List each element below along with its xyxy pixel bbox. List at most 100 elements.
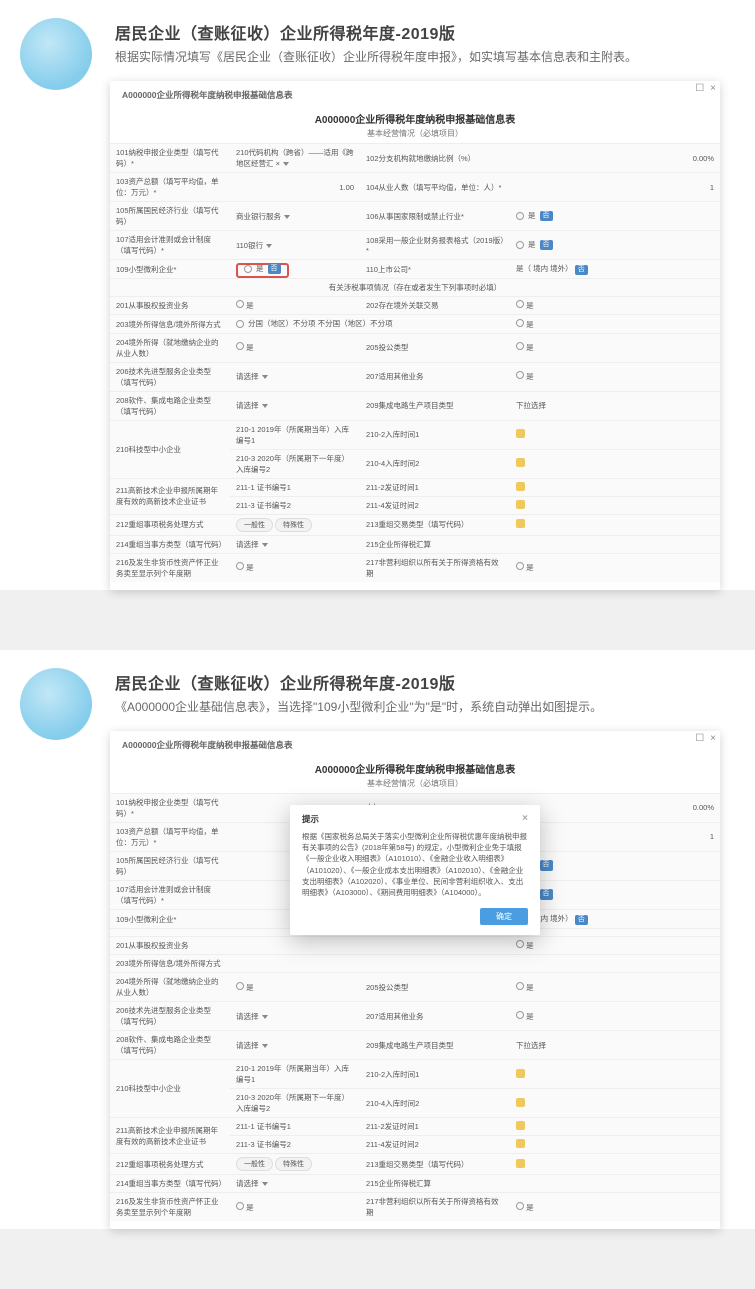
label-108: 108采用一般企业财务报表格式（2019版）* <box>360 231 510 260</box>
value-204[interactable]: 是 <box>230 333 360 362</box>
radio-109-no[interactable]: 否 <box>268 264 281 274</box>
section-1-label: 基本经营情况（必填项目） <box>110 128 720 143</box>
value-206[interactable]: 请选择 <box>230 362 360 391</box>
slide-1-subtitle: 根据实际情况填写《居民企业（查账征收）企业所得税年度申报》，如实填写基本信息表和… <box>115 48 755 65</box>
label-208: 208软件、集成电路企业类型（填写代码） <box>110 391 230 420</box>
value-209[interactable]: 下拉选择 <box>510 391 720 420</box>
slide-2: 居民企业（查账征收）企业所得税年度-2019版 《A000000企业基础信息表》… <box>0 650 755 1229</box>
label-214: 214重组当事方类型（填写代码） <box>110 535 230 553</box>
value-106[interactable]: 是 否 <box>510 202 720 231</box>
breadcrumb: A000000企业所得税年度纳税申报基础信息表 <box>110 81 720 107</box>
value-213[interactable] <box>510 514 720 535</box>
chevron-down-icon <box>266 244 272 248</box>
value-103[interactable]: 1.00 <box>230 173 360 202</box>
value-215[interactable] <box>510 535 720 553</box>
radio-106-yes[interactable] <box>516 212 524 220</box>
highlight-109: 是 否 <box>236 263 289 278</box>
chevron-down-icon <box>283 162 289 166</box>
row-210-2a[interactable]: 210-3 2020年（所属期下一年度）入库编号2 <box>230 449 360 478</box>
slide-1-title: 居民企业（查账征收）企业所得税年度-2019版 <box>115 20 755 44</box>
label-106: 106从事国家限制或禁止行业* <box>360 202 510 231</box>
radio-110-no[interactable]: 否 <box>575 265 588 275</box>
value-205[interactable]: 是 <box>510 333 720 362</box>
label-204: 204境外所得（就地缴纳企业的从业人数） <box>110 333 230 362</box>
label-202: 202存在境外关联交易 <box>360 297 510 315</box>
slide-2-subtitle: 《A000000企业基础信息表》，当选择"109小型微利企业"为"是"时，系统自… <box>115 698 755 715</box>
row-211-2b: 211-4发证时间2 <box>360 496 510 514</box>
label-213: 213重组交易类型（填写代码） <box>360 514 510 535</box>
value-110[interactable]: 是（ 境内 境外） 否 <box>510 260 720 279</box>
radio-202[interactable] <box>516 300 524 308</box>
value-207[interactable]: 是 <box>510 362 720 391</box>
radio-201[interactable] <box>236 300 244 308</box>
label-215: 215企业所得税汇算 <box>360 535 510 553</box>
value-217[interactable]: 是 <box>510 553 720 582</box>
modal-confirm-button[interactable]: 确定 <box>480 908 528 925</box>
label-212: 212重组事项税务处理方式 <box>110 514 230 535</box>
calendar-icon[interactable] <box>516 500 525 509</box>
value-107[interactable]: 110银行 <box>230 231 360 260</box>
note-211-2[interactable] <box>510 496 720 514</box>
slide-2-title: 居民企业（查账征收）企业所得税年度-2019版 <box>115 670 755 694</box>
value-203[interactable]: 分国（地区）不分项 不分国（地区）不分项 <box>230 315 510 334</box>
value-101[interactable]: 210代码机构（跨省）——适用《跨地区经营汇 × <box>230 144 360 173</box>
label-203: 203境外所得信息/境外所得方式 <box>110 315 230 334</box>
value-214[interactable]: 请选择 <box>230 535 360 553</box>
label-216: 216及发生非货币性资产怀正业务卖至显示列个年度期 <box>110 553 230 582</box>
label-207: 207适用其他业务 <box>360 362 510 391</box>
value-109[interactable]: 是 否 <box>230 260 360 279</box>
modal-title: 提示 <box>302 813 319 825</box>
note-210-2[interactable] <box>510 449 720 478</box>
breadcrumb: A000000企业所得税年度纳税申报基础信息表 <box>110 731 720 757</box>
note-icon[interactable] <box>516 519 525 528</box>
label-201: 201从事股权投资业务 <box>110 297 230 315</box>
value-212[interactable]: 一般性 特殊性 <box>230 514 360 535</box>
close-icon[interactable]: × <box>710 83 716 94</box>
slide-1-header: 居民企业（查账征收）企业所得税年度-2019版 根据实际情况填写《居民企业（查账… <box>0 10 755 81</box>
radio-108-no[interactable]: 否 <box>540 240 553 250</box>
label-105: 105所属国民经济行业（填写代码） <box>110 202 230 231</box>
row-211-1b: 211-2发证时间1 <box>360 478 510 496</box>
expand-icon[interactable]: ☐ <box>695 83 704 94</box>
chevron-down-icon <box>284 215 290 219</box>
value-208[interactable]: 请选择 <box>230 391 360 420</box>
slide-2-header: 居民企业（查账征收）企业所得税年度-2019版 《A000000企业基础信息表》… <box>0 660 755 731</box>
value-104[interactable]: 1 <box>510 173 720 202</box>
row-210-1b: 210-2入库时间1 <box>360 420 510 449</box>
value-201[interactable]: 是 <box>230 297 360 315</box>
radio-108-yes[interactable] <box>516 241 524 249</box>
value-102[interactable]: 0.00% <box>510 144 720 173</box>
chip-212-general[interactable]: 一般性 <box>236 518 273 532</box>
row-210-1a[interactable]: 210-1 2019年（所属期当年）入库编号1 <box>230 420 360 449</box>
value-203b[interactable]: 是 <box>510 315 720 334</box>
radio-109-yes[interactable] <box>244 265 252 273</box>
note-210-1[interactable] <box>510 420 720 449</box>
label-205: 205投公类型 <box>360 333 510 362</box>
value-216[interactable]: 是 <box>230 553 360 582</box>
modal-overlay: 提示 × 根据《国家税务总局关于落实小型微利企业所得税优惠年度纳税申报有关事项的… <box>110 761 720 1229</box>
window-controls: ☐ × <box>695 83 716 94</box>
modal-dialog: 提示 × 根据《国家税务总局关于落实小型微利企业所得税优惠年度纳税申报有关事项的… <box>290 805 540 936</box>
value-108[interactable]: 是 否 <box>510 231 720 260</box>
row-210-2b: 210-4入库时间2 <box>360 449 510 478</box>
note-211-1[interactable] <box>510 478 720 496</box>
expand-icon[interactable]: ☐ <box>695 733 704 744</box>
radio-106-no[interactable]: 否 <box>540 211 553 221</box>
row-211-1a[interactable]: 211-1 证书编号1 <box>230 478 360 496</box>
value-105[interactable]: 商业银行服务 <box>230 202 360 231</box>
close-icon[interactable]: × <box>710 733 716 744</box>
label-209: 209集成电路生产项目类型 <box>360 391 510 420</box>
value-202[interactable]: 是 <box>510 297 720 315</box>
row-211-2a[interactable]: 211-3 证书编号2 <box>230 496 360 514</box>
calendar-icon[interactable] <box>516 458 525 467</box>
label-103: 103资产总额（填写平均值，单位：万元）* <box>110 173 230 202</box>
slide-1: 居民企业（查账征收）企业所得税年度-2019版 根据实际情况填写《居民企业（查账… <box>0 0 755 590</box>
subsection-note: 有关涉税事项情况（存在或者发生下列事项时必填） <box>110 279 720 297</box>
label-109: 109小型微利企业* <box>110 260 230 279</box>
label-104: 104从业人数（填写平均值，单位：人）* <box>360 173 510 202</box>
calendar-icon[interactable] <box>516 482 525 491</box>
label-211: 211高新技术企业申报所属期年度有效的高新技术企业证书 <box>110 478 230 514</box>
chip-212-special[interactable]: 特殊性 <box>275 518 312 532</box>
modal-close-icon[interactable]: × <box>522 813 528 824</box>
calendar-icon[interactable] <box>516 429 525 438</box>
